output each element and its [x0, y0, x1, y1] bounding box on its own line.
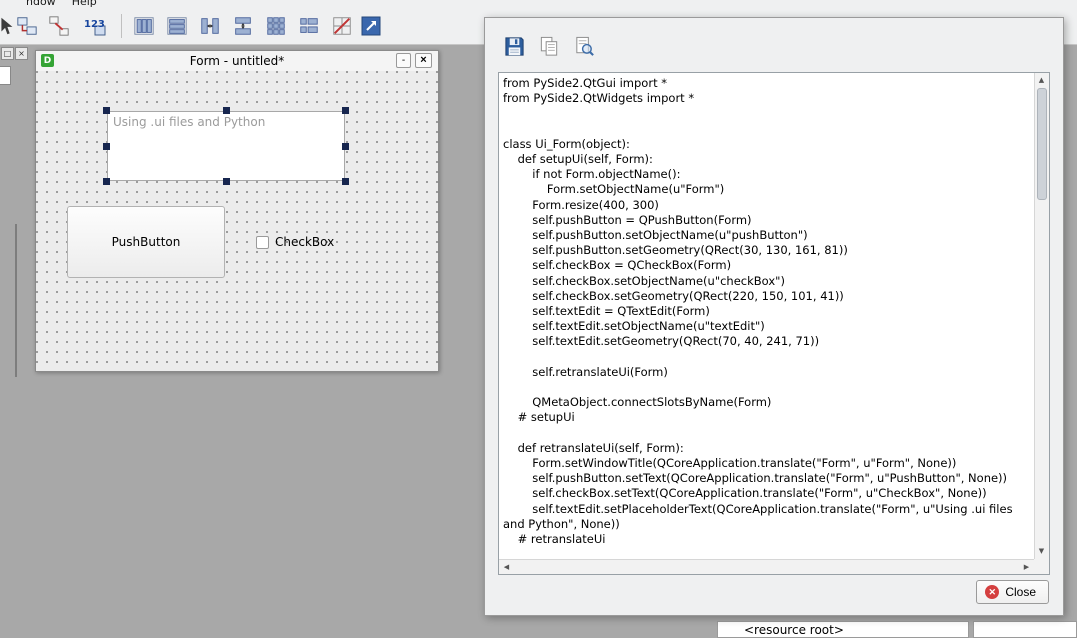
textedit-placeholder: Using .ui files and Python [108, 112, 344, 132]
resource-panel-fragment [973, 621, 1077, 638]
form-minimize-button[interactable]: - [396, 53, 411, 68]
resize-handle-top-left[interactable] [103, 107, 110, 114]
close-red-icon: ✕ [985, 585, 999, 599]
toolbar-separator [121, 14, 122, 38]
form-editor-window: D Form - untitled* - × Using .ui files a… [35, 50, 439, 372]
edit-tab-order-icon[interactable]: 123 [82, 13, 108, 39]
menu-items: ndow Help [26, 0, 97, 8]
menu-item-window[interactable]: ndow [26, 0, 56, 8]
edit-buddies-icon[interactable] [46, 13, 72, 39]
screen: ndow Help 123 [0, 0, 1077, 638]
textedit-widget[interactable]: Using .ui files and Python [107, 111, 345, 181]
svg-text:123: 123 [84, 19, 105, 30]
resize-handle-bottom-right[interactable] [342, 178, 349, 185]
layout-horizontally-icon[interactable] [131, 13, 157, 39]
resize-handle-middle-left[interactable] [103, 143, 110, 150]
adjust-size-icon[interactable] [358, 13, 384, 39]
form-window-title: Form - untitled* [36, 54, 438, 68]
code-viewer-dialog: from PySide2.QtGui import * from PySide2… [484, 17, 1064, 616]
resize-handle-bottom-left[interactable] [103, 178, 110, 185]
scroll-up-icon[interactable]: ▲ [1035, 74, 1048, 87]
menu-item-help[interactable]: Help [72, 0, 97, 8]
scroll-left-icon[interactable]: ◀ [500, 560, 513, 574]
python-code[interactable]: from PySide2.QtGui import * from PySide2… [499, 73, 1034, 559]
layout-horizontal-splitter-icon[interactable] [197, 13, 223, 39]
resize-handle-middle-right[interactable] [342, 143, 349, 150]
resize-handle-top-right[interactable] [342, 107, 349, 114]
form-window-titlebar[interactable]: D Form - untitled* - × [36, 51, 438, 72]
widgetbox-scrollbar[interactable] [15, 224, 17, 377]
save-icon[interactable] [501, 33, 527, 59]
widgetbox-filter-input[interactable] [0, 66, 11, 85]
checkbox-indicator[interactable] [256, 236, 269, 249]
copy-icon[interactable] [536, 33, 562, 59]
dock-float-button[interactable]: □ [1, 47, 14, 60]
layout-vertically-icon[interactable] [164, 13, 190, 39]
layout-vertical-splitter-icon[interactable] [230, 13, 256, 39]
close-button[interactable]: ✕ Close [976, 580, 1049, 604]
form-canvas[interactable]: Using .ui files and Python PushButton Ch… [36, 71, 438, 371]
code-textarea[interactable]: from PySide2.QtGui import * from PySide2… [498, 72, 1050, 575]
layout-grid-icon[interactable] [263, 13, 289, 39]
resource-root-item[interactable]: <resource root> [717, 621, 969, 638]
edit-signals-slots-icon[interactable] [14, 13, 40, 39]
dock-close-button[interactable]: × [15, 47, 28, 60]
checkbox-widget[interactable]: CheckBox [256, 235, 334, 249]
find-icon[interactable] [571, 33, 597, 59]
scrollbar-corner [1034, 559, 1049, 574]
designer-form-icon: D [41, 54, 54, 67]
resource-root-label: <resource root> [744, 623, 844, 637]
close-button-label: Close [1005, 585, 1036, 599]
scroll-down-icon[interactable]: ▼ [1035, 545, 1048, 558]
form-close-button[interactable]: × [415, 53, 432, 68]
break-layout-icon[interactable] [329, 13, 355, 39]
vertical-scrollbar-thumb[interactable] [1037, 88, 1047, 200]
scroll-right-icon[interactable]: ▶ [1020, 560, 1033, 574]
resize-handle-bottom-center[interactable] [223, 178, 230, 185]
vertical-scrollbar[interactable]: ▲ ▼ [1034, 73, 1049, 559]
checkbox-label: CheckBox [275, 235, 334, 249]
resize-handle-top-center[interactable] [223, 107, 230, 114]
horizontal-scrollbar[interactable]: ◀ ▶ [499, 559, 1034, 574]
layout-form-icon[interactable] [296, 13, 322, 39]
code-viewer-toolbar [501, 33, 597, 59]
menubar: ndow Help [0, 0, 1077, 9]
pushbutton-widget[interactable]: PushButton [67, 206, 225, 278]
